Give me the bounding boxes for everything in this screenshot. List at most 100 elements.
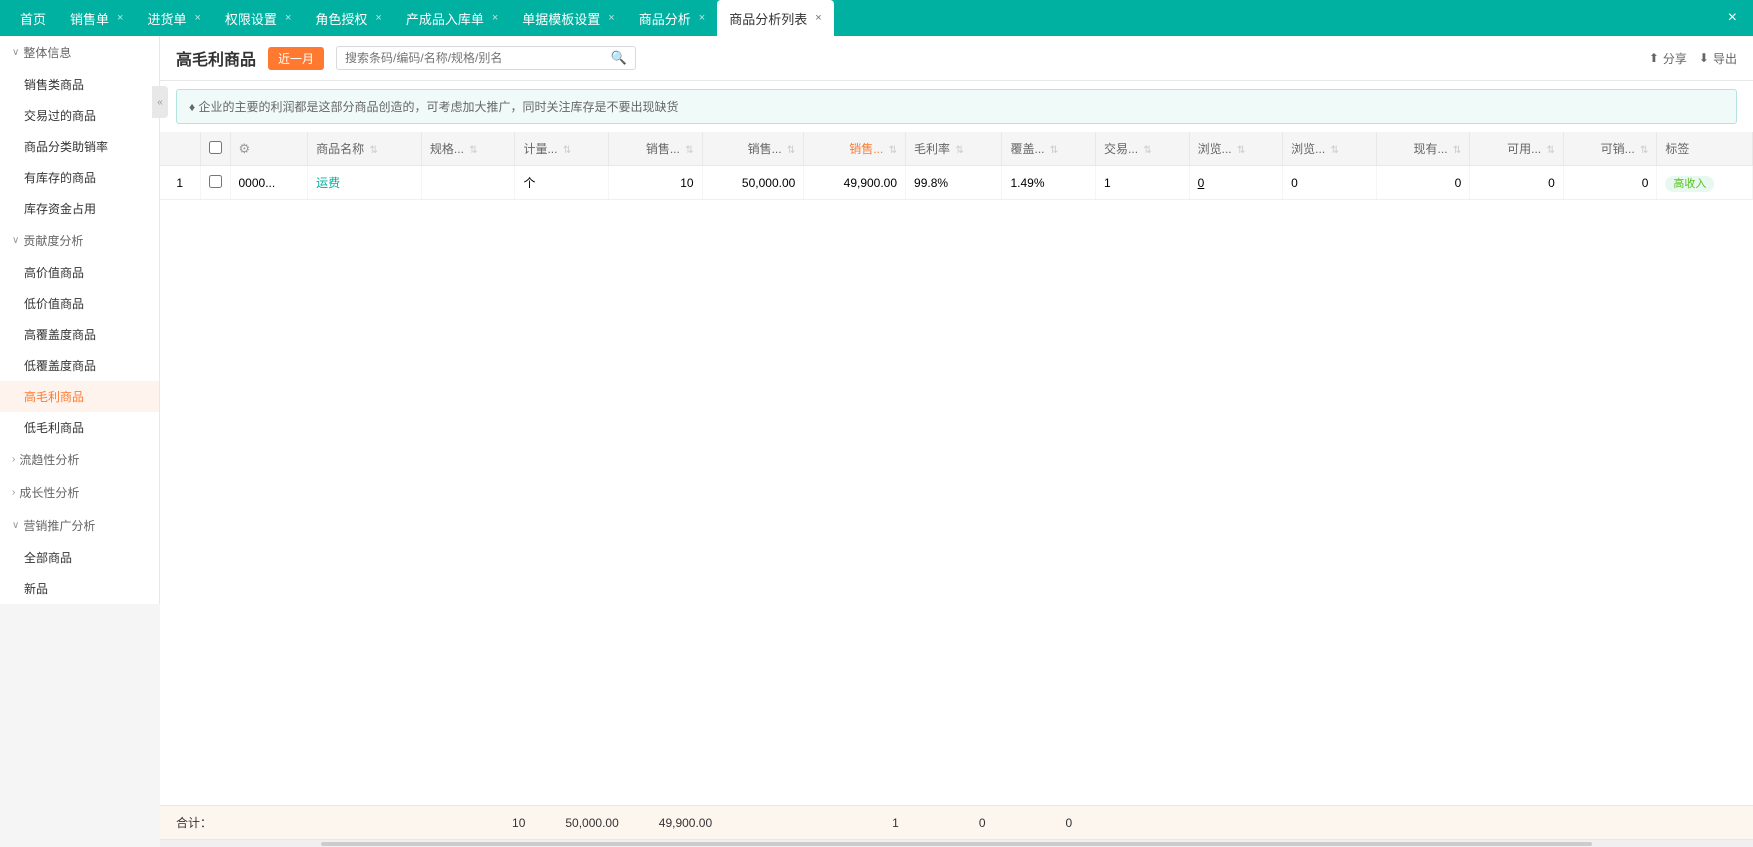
filter-recent-month-button[interactable]: 近一月 <box>268 47 324 70</box>
th-available[interactable]: 可用... ⇅ <box>1470 132 1564 166</box>
sidebar-item-sales-goods[interactable]: 销售类商品 <box>0 69 159 100</box>
nav-close-sales[interactable]: × <box>117 12 123 24</box>
sidebar-group-growth[interactable]: › 成长性分析 <box>0 476 159 509</box>
chevron-right-icon: › <box>12 454 15 465</box>
th-tag[interactable]: 标签 <box>1657 132 1753 166</box>
sidebar-item-stock-capital[interactable]: 库存资金占用 <box>0 193 159 224</box>
cell-name[interactable]: 运费 <box>308 166 422 200</box>
footer-browse1: 0 <box>979 816 986 830</box>
content-area: 高毛利商品 近一月 🔍 ⬆ 分享 ⬇ 导出 ♦ 企业的主要的利润都是这部分商品创… <box>160 36 1753 847</box>
nav-item-purchase[interactable]: 进货单 × <box>135 0 212 36</box>
th-name[interactable]: 商品名称 ⇅ <box>308 132 422 166</box>
sort-icon-qty: ⇅ <box>685 145 693 156</box>
th-transaction[interactable]: 交易... ⇅ <box>1096 132 1190 166</box>
th-sellable[interactable]: 可销... ⇅ <box>1563 132 1657 166</box>
cell-browse1[interactable]: 0 <box>1189 166 1283 200</box>
sidebar-group-contribution-items: 高价值商品 低价值商品 高覆盖度商品 低覆盖度商品 高毛利商品 低毛利商品 <box>0 257 159 443</box>
table-header-row: ⚙ 商品名称 ⇅ 规格... ⇅ 计量... ⇅ <box>160 132 1753 166</box>
footer-label: 合计： <box>176 814 212 831</box>
search-icon[interactable]: 🔍 <box>611 50 627 66</box>
sidebar-group-trend[interactable]: › 流趋性分析 <box>0 443 159 476</box>
share-button[interactable]: ⬆ 分享 <box>1649 50 1687 67</box>
row-checkbox[interactable] <box>209 175 222 188</box>
content-header: 高毛利商品 近一月 🔍 ⬆ 分享 ⬇ 导出 <box>160 36 1753 81</box>
nav-item-analysis-list[interactable]: 商品分析列表 × <box>717 0 833 36</box>
cell-index: 1 <box>160 166 200 200</box>
th-unit[interactable]: 计量... ⇅ <box>515 132 609 166</box>
sidebar-item-high-margin[interactable]: 高毛利商品 <box>0 381 159 412</box>
sidebar: ∨ 整体信息 销售类商品 交易过的商品 商品分类助销率 有库存的商品 库存资金占… <box>0 36 160 604</box>
window-close-button[interactable]: × <box>1720 9 1745 27</box>
nav-close-purchase[interactable]: × <box>194 12 200 24</box>
th-spec[interactable]: 规格... ⇅ <box>421 132 515 166</box>
sidebar-item-low-margin[interactable]: 低毛利商品 <box>0 412 159 443</box>
sort-icon-unit: ⇅ <box>563 145 571 156</box>
th-browse1[interactable]: 浏览... ⇅ <box>1189 132 1283 166</box>
sidebar-item-all-goods[interactable]: 全部商品 <box>0 542 159 573</box>
chevron-down-icon-2: ∨ <box>12 235 19 246</box>
th-sales-profit[interactable]: 销售... ⇅ <box>804 132 906 166</box>
sidebar-group-marketing-items: 全部商品 新品 <box>0 542 159 604</box>
th-sales-qty[interactable]: 销售... ⇅ <box>609 132 703 166</box>
table-footer: 合计： 10 50,000.00 49,900.00 1 0 0 <box>160 805 1753 839</box>
nav-close-template[interactable]: × <box>608 12 614 24</box>
tag-badge: 高收入 <box>1665 176 1714 192</box>
sidebar-item-traded-goods[interactable]: 交易过的商品 <box>0 100 159 131</box>
info-banner: ♦ 企业的主要的利润都是这部分商品创造的，可考虑加大推广，同时关注库存是不要出现… <box>176 89 1737 124</box>
cell-sales-amount: 50,000.00 <box>702 166 804 200</box>
cell-spec <box>421 166 515 200</box>
footer-transaction: 1 <box>892 816 899 830</box>
sidebar-item-low-value[interactable]: 低价值商品 <box>0 288 159 319</box>
th-current-stock[interactable]: 现有... ⇅ <box>1376 132 1470 166</box>
sidebar-item-in-stock[interactable]: 有库存的商品 <box>0 162 159 193</box>
nav-item-home[interactable]: 首页 <box>8 0 58 36</box>
th-browse2[interactable]: 浏览... ⇅ <box>1283 132 1377 166</box>
th-coverage[interactable]: 覆盖... ⇅ <box>1002 132 1096 166</box>
sidebar-group-overall[interactable]: ∨ 整体信息 <box>0 36 159 69</box>
nav-item-roles[interactable]: 角色授权 × <box>303 0 393 36</box>
chevron-down-icon: ∨ <box>12 47 19 58</box>
nav-item-warehouse[interactable]: 产成品入库单 × <box>394 0 510 36</box>
sidebar-item-low-coverage[interactable]: 低覆盖度商品 <box>0 350 159 381</box>
sidebar-item-high-coverage[interactable]: 高覆盖度商品 <box>0 319 159 350</box>
th-code[interactable]: ⚙ <box>230 132 308 166</box>
cell-sales-qty: 10 <box>609 166 703 200</box>
sort-icon-browse2: ⇅ <box>1331 145 1339 156</box>
cell-tag: 高收入 <box>1657 166 1753 200</box>
search-box[interactable]: 🔍 <box>336 46 636 70</box>
cell-unit: 个 <box>515 166 609 200</box>
goods-table: ⚙ 商品名称 ⇅ 规格... ⇅ 计量... ⇅ <box>160 132 1753 200</box>
th-gross-margin[interactable]: 毛利率 ⇅ <box>906 132 1002 166</box>
nav-item-sales[interactable]: 销售单 × <box>58 0 135 36</box>
cell-available: 0 <box>1470 166 1564 200</box>
sidebar-item-category-rate[interactable]: 商品分类助销率 <box>0 131 159 162</box>
nav-close-analysis-list[interactable]: × <box>815 12 821 24</box>
sidebar-group-overall-items: 销售类商品 交易过的商品 商品分类助销率 有库存的商品 库存资金占用 <box>0 69 159 224</box>
cell-current-stock: 0 <box>1376 166 1470 200</box>
search-input[interactable] <box>345 51 607 65</box>
nav-close-analysis[interactable]: × <box>699 12 705 24</box>
nav-item-permissions[interactable]: 权限设置 × <box>213 0 303 36</box>
export-button[interactable]: ⬇ 导出 <box>1699 50 1737 67</box>
cell-coverage: 1.49% <box>1002 166 1096 200</box>
sidebar-collapse-button[interactable]: « <box>152 86 168 118</box>
horizontal-scrollbar[interactable] <box>160 839 1753 847</box>
sidebar-item-high-value[interactable]: 高价值商品 <box>0 257 159 288</box>
sort-icon-sellable: ⇅ <box>1640 145 1648 156</box>
nav-close-permissions[interactable]: × <box>285 12 291 24</box>
sidebar-group-contribution[interactable]: ∨ 贡献度分析 <box>0 224 159 257</box>
nav-item-analysis[interactable]: 商品分析 × <box>627 0 717 36</box>
th-index <box>160 132 200 166</box>
select-all-checkbox[interactable] <box>209 141 222 154</box>
settings-icon[interactable]: ⚙ <box>239 141 251 156</box>
sidebar-item-new-goods[interactable]: 新品 <box>0 573 159 604</box>
nav-close-roles[interactable]: × <box>375 12 381 24</box>
th-check[interactable] <box>200 132 230 166</box>
scrollbar-thumb[interactable] <box>321 842 1592 846</box>
th-sales-amount[interactable]: 销售... ⇅ <box>702 132 804 166</box>
sidebar-group-marketing[interactable]: ∨ 营销推广分析 <box>0 509 159 542</box>
nav-item-template[interactable]: 单据模板设置 × <box>510 0 626 36</box>
cell-check[interactable] <box>200 166 230 200</box>
top-navigation: 首页 销售单 × 进货单 × 权限设置 × 角色授权 × 产成品入库单 × 单据… <box>0 0 1753 36</box>
nav-close-warehouse[interactable]: × <box>492 12 498 24</box>
